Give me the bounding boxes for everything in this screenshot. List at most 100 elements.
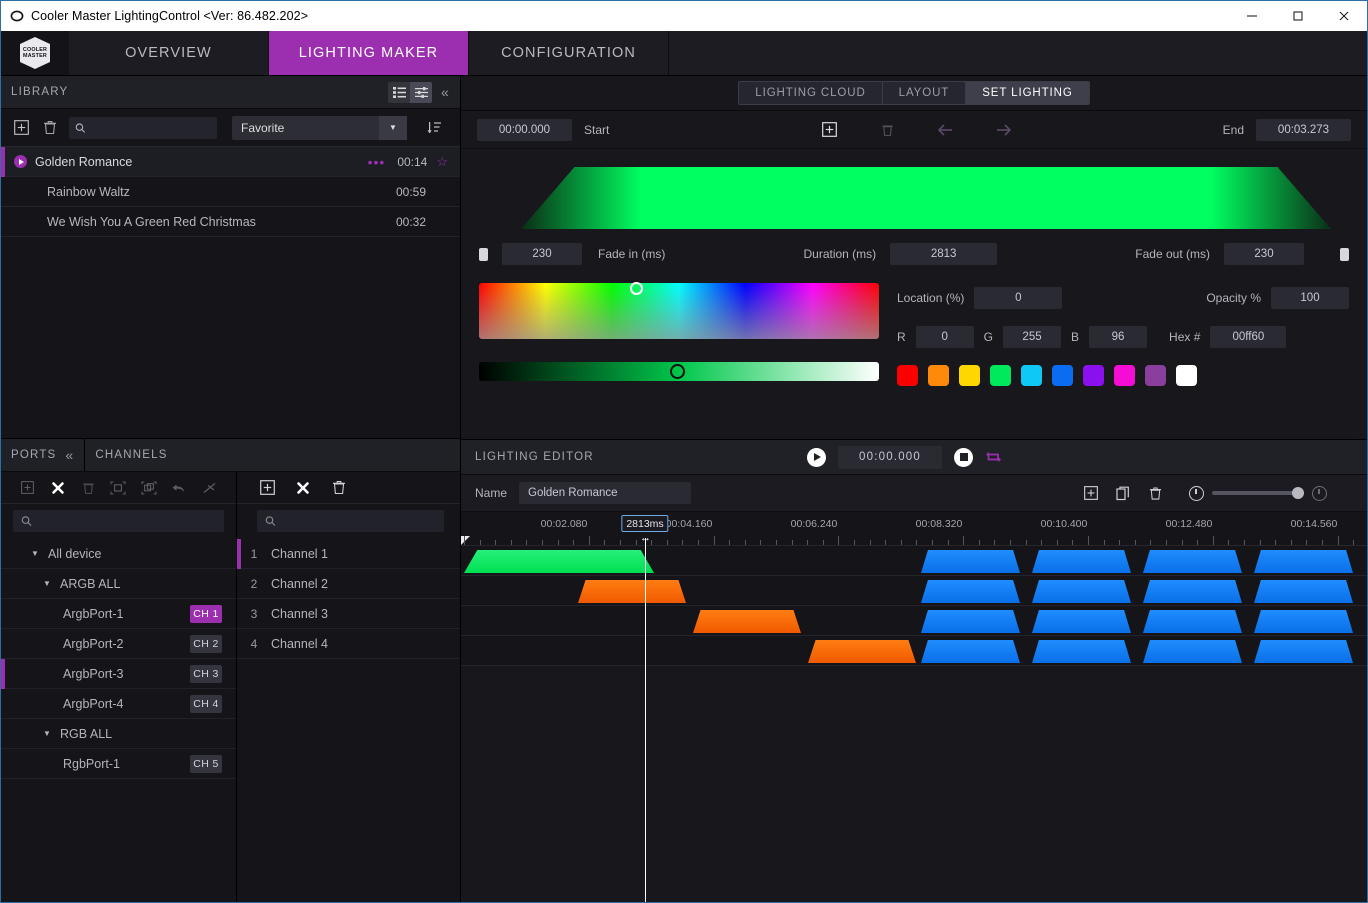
opacity-field[interactable]: 100 [1271,287,1349,309]
keyframe-next-icon[interactable] [993,120,1013,140]
timeline-clip[interactable] [1032,610,1131,633]
timeline-clip[interactable] [921,580,1020,603]
channels-search-input[interactable] [281,515,436,527]
timeline-track[interactable] [461,606,1367,636]
timeline[interactable]: 2813ms 00:02.080 00:04.160 00:06.240 00:08.… [461,512,1367,902]
tree-item-rgbport-1[interactable]: RgbPort-1 CH 5 [1,749,236,779]
play-icon[interactable] [14,155,27,168]
timeline-zoom-slider[interactable] [1189,485,1327,501]
location-field[interactable]: 0 [974,287,1063,309]
timeline-clip[interactable] [921,610,1020,633]
star-icon[interactable]: ☆ [436,154,448,170]
ports-deselect-icon[interactable] [49,478,65,498]
channel-badge[interactable]: CH 1 [190,604,222,623]
swatch-magenta[interactable] [1114,365,1135,386]
clock-large-icon[interactable] [1312,485,1327,501]
channel-badge[interactable]: CH 2 [190,634,222,653]
tree-item-argbport-1[interactable]: ArgbPort-1 CH 1 [1,599,236,629]
brightness-cursor[interactable] [670,364,685,379]
start-time-field[interactable]: 00:00.000 [477,118,572,141]
hue-cursor[interactable] [630,282,643,295]
ports-select-group-icon[interactable] [110,478,127,498]
timeline-clip[interactable] [693,610,801,633]
keyframe-add-icon[interactable] [819,120,839,140]
list-item[interactable]: Golden Romance ••• 00:14 ☆ [1,146,460,177]
loop-icon[interactable] [985,450,1002,464]
timeline-clip[interactable] [1254,610,1353,633]
list-view-icon[interactable] [388,81,410,103]
timeline-clip[interactable] [1143,640,1242,663]
maximize-button[interactable] [1275,1,1321,31]
chevron-down-icon[interactable]: ▼ [43,579,53,588]
tab-overview[interactable]: OVERVIEW [69,31,269,75]
swatch-yellow[interactable] [959,365,980,386]
timeline-clip[interactable] [1032,580,1131,603]
swatch-purple[interactable] [1145,365,1166,386]
playhead-handle[interactable]: ↔ [635,532,656,544]
timeline-clip[interactable] [1143,610,1242,633]
chevron-down-icon[interactable]: ▼ [379,115,407,140]
timeline-clip[interactable] [578,580,686,603]
brightness-strip[interactable] [479,362,879,381]
chevron-down-icon[interactable]: ▼ [43,729,53,738]
chevron-down-icon[interactable]: ▼ [31,549,41,558]
tree-item-argb-all[interactable]: ▼ ARGB ALL [1,569,236,599]
r-field[interactable]: 0 [915,326,974,348]
swatch-white[interactable] [1176,365,1197,386]
timeline-track[interactable] [461,576,1367,606]
timeline-clip[interactable] [1032,550,1131,573]
list-item[interactable]: Rainbow Waltz 00:59 [1,177,460,207]
timeline-clip[interactable] [1254,550,1353,573]
end-time-field[interactable]: 00:03.273 [1256,118,1352,141]
stop-icon[interactable] [954,447,973,467]
ports-clear-icon[interactable] [202,478,218,498]
editor-copy-icon[interactable] [1113,483,1133,503]
close-button[interactable] [1321,1,1367,31]
detail-view-icon[interactable] [410,81,432,103]
g-field[interactable]: 255 [1003,326,1062,348]
library-delete-icon[interactable] [40,118,60,138]
library-item-more-icon[interactable]: ••• [368,154,386,170]
swatch-blue[interactable] [1052,365,1073,386]
library-collapse-icon[interactable]: « [441,84,450,100]
zoom-knob[interactable] [1292,487,1304,499]
ports-collapse-icon[interactable]: « [65,447,74,463]
timeline-clip[interactable] [1143,580,1242,603]
fade-in-handle[interactable] [479,247,488,261]
tree-item-argbport-3[interactable]: ArgbPort-3 CH 3 [1,659,236,689]
tree-item-argbport-4[interactable]: ArgbPort-4 CH 4 [1,689,236,719]
timeline-clip[interactable] [921,640,1020,663]
list-item[interactable]: 4 Channel 4 [237,629,460,659]
timeline-clip[interactable] [1032,640,1131,663]
fade-out-field[interactable]: 230 [1224,243,1304,265]
ports-delete-icon[interactable] [80,478,96,498]
tab-configuration[interactable]: CONFIGURATION [469,31,669,75]
timeline-clip[interactable] [1143,550,1242,573]
timeline-clip[interactable] [808,640,916,663]
ports-add-icon[interactable] [19,478,35,498]
timeline-playhead[interactable]: ↔ [640,532,651,902]
keyframe-prev-icon[interactable] [935,120,955,140]
tree-item-all-device[interactable]: ▼ All device [1,539,236,569]
list-item[interactable]: 2 Channel 2 [237,569,460,599]
list-item[interactable]: 1 Channel 1 [237,539,460,569]
play-icon[interactable] [807,447,826,467]
fade-out-handle[interactable] [1340,247,1349,261]
tree-item-rgb-all[interactable]: ▼ RGB ALL [1,719,236,749]
tab-lighting-cloud[interactable]: LIGHTING CLOUD [739,82,883,104]
swatch-cyan[interactable] [1021,365,1042,386]
editor-current-time[interactable]: 00:00.000 [838,445,942,469]
fade-in-field[interactable]: 230 [502,243,582,265]
clock-small-icon[interactable] [1189,485,1204,501]
channels-delete-icon[interactable] [329,478,349,498]
channels-search-box[interactable] [257,510,444,532]
swatch-green[interactable] [990,365,1011,386]
timeline-clip[interactable] [921,550,1020,573]
timeline-clip[interactable] [1254,640,1353,663]
timeline-track[interactable] [461,636,1367,666]
library-add-icon[interactable] [11,118,31,138]
swatch-orange[interactable] [928,365,949,386]
minimize-button[interactable] [1229,1,1275,31]
list-item[interactable]: 3 Channel 3 [237,599,460,629]
ports-search-box[interactable] [13,510,224,532]
